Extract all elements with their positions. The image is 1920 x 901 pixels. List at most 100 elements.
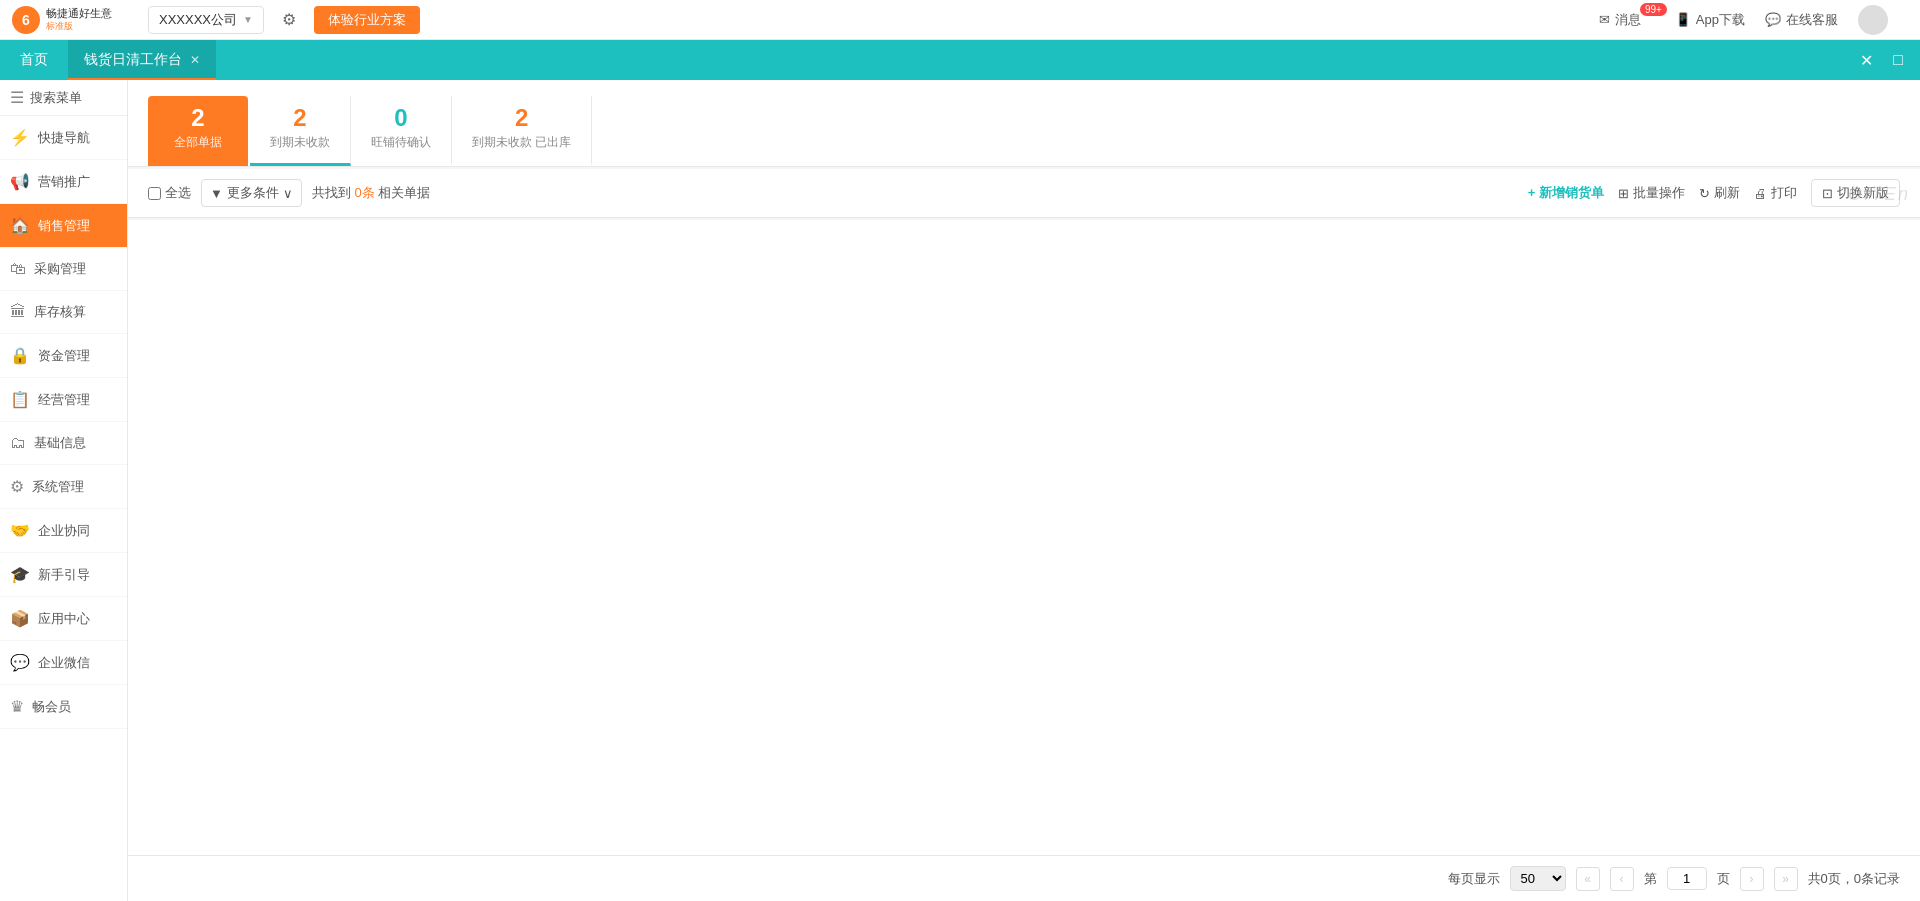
company-dropdown-arrow: ▼ xyxy=(243,14,253,25)
total-text: 共0页，0条记录 xyxy=(1808,870,1900,888)
print-label: 打印 xyxy=(1771,184,1797,202)
sales-icon: 🏠 xyxy=(10,216,30,235)
wecom-icon: 💬 xyxy=(10,653,30,672)
sidebar-newbie-label: 新手引导 xyxy=(38,566,90,584)
sidebar-item-inventory[interactable]: 🏛 库存核算 xyxy=(0,291,127,334)
online-service-label: 在线客服 xyxy=(1786,11,1838,29)
company-selector[interactable]: XXXXXX公司 ▼ xyxy=(148,6,264,34)
sidebar-item-marketing[interactable]: 📢 营销推广 xyxy=(0,160,127,204)
message-button[interactable]: ✉ 消息 99+ xyxy=(1599,11,1655,29)
operations-icon: 📋 xyxy=(10,390,30,409)
sidebar-item-basic-info[interactable]: 🗂 基础信息 xyxy=(0,422,127,465)
sidebar-basic-info-label: 基础信息 xyxy=(34,434,86,452)
tab-home[interactable]: 首页 xyxy=(0,40,68,80)
sidebar-item-quick-nav[interactable]: ⚡ 快捷导航 xyxy=(0,116,127,160)
trial-button[interactable]: 体验行业方案 xyxy=(314,6,420,34)
sidebar-item-wecom[interactable]: 💬 企业微信 xyxy=(0,641,127,685)
vip-icon: ♛ xyxy=(10,697,24,716)
header-right: ✉ 消息 99+ 📱 App下载 💬 在线客服 xyxy=(1599,5,1908,35)
message-icon: ✉ xyxy=(1599,12,1610,27)
enterprise-icon: 🤝 xyxy=(10,521,30,540)
stat-number-all: 2 xyxy=(168,104,228,132)
avatar[interactable] xyxy=(1858,5,1888,35)
company-name: XXXXXX公司 xyxy=(159,11,237,29)
quick-nav-icon: ⚡ xyxy=(10,128,30,147)
stat-tab-all[interactable]: 2 全部单据 xyxy=(148,96,248,166)
logo-area: 6 畅捷通好生意 标准版 xyxy=(12,6,140,34)
basic-info-icon: 🗂 xyxy=(10,434,26,452)
top-header: 6 畅捷通好生意 标准版 XXXXXX公司 ▼ ⚙ 体验行业方案 ✉ 消息 99… xyxy=(0,0,1920,40)
select-all-label: 全选 xyxy=(165,184,191,202)
tab-close-button[interactable]: ✕ xyxy=(190,53,200,67)
filter-arrow: ∨ xyxy=(283,186,293,201)
stat-tab-overdue[interactable]: 2 到期未收款 xyxy=(250,96,351,166)
app-download-label: App下载 xyxy=(1696,11,1745,29)
sidebar-item-newbie[interactable]: 🎓 新手引导 xyxy=(0,553,127,597)
refresh-button[interactable]: ↻ 刷新 xyxy=(1699,184,1740,202)
logo-text: 畅捷通好生意 标准版 xyxy=(46,6,112,33)
sidebar-item-vip[interactable]: ♛ 畅会员 xyxy=(0,685,127,729)
marketing-icon: 📢 xyxy=(10,172,30,191)
purchase-icon: 🛍 xyxy=(10,260,26,278)
app-download-button[interactable]: 📱 App下载 xyxy=(1675,11,1745,29)
stat-tab-wangpu[interactable]: 0 旺铺待确认 xyxy=(351,96,452,166)
switch-version-button[interactable]: ⊡ 切换新版 xyxy=(1811,179,1900,207)
found-text: 共找到 0条 相关单据 xyxy=(312,184,430,202)
sidebar-wecom-label: 企业微信 xyxy=(38,654,90,672)
newbie-icon: 🎓 xyxy=(10,565,30,584)
main-content: 2 全部单据 2 到期未收款 0 旺铺待确认 2 到期未收款 已出库 全选 ▼ … xyxy=(128,80,1920,901)
sidebar-item-purchase[interactable]: 🛍 采购管理 xyxy=(0,248,127,291)
sidebar-search[interactable]: ☰ 搜索菜单 xyxy=(0,80,127,116)
tab-current[interactable]: 钱货日清工作台 ✕ xyxy=(68,40,216,80)
sidebar-quick-nav-label: 快捷导航 xyxy=(38,129,90,147)
sidebar-vip-label: 畅会员 xyxy=(32,698,71,716)
tab-close-window-button[interactable]: ✕ xyxy=(1854,48,1878,72)
stat-label-overdue: 到期未收款 xyxy=(270,134,330,151)
add-order-button[interactable]: + 新增销货单 xyxy=(1528,184,1604,202)
stat-label-wangpu: 旺铺待确认 xyxy=(371,134,431,151)
more-filters-button[interactable]: ▼ 更多条件 ∨ xyxy=(201,179,302,207)
first-page-button[interactable]: « xyxy=(1576,867,1600,891)
toolbar-left: 全选 ▼ 更多条件 ∨ 共找到 0条 相关单据 xyxy=(148,179,1516,207)
batch-icon: ⊞ xyxy=(1618,186,1629,201)
stat-label-shipped: 到期未收款 已出库 xyxy=(472,134,571,151)
sidebar-item-finance[interactable]: 🔒 资金管理 xyxy=(0,334,127,378)
service-icon: 💬 xyxy=(1765,12,1781,27)
batch-operation-button[interactable]: ⊞ 批量操作 xyxy=(1618,184,1685,202)
last-page-button[interactable]: » xyxy=(1774,867,1798,891)
system-icon: ⚙ xyxy=(10,477,24,496)
sidebar-item-operations[interactable]: 📋 经营管理 xyxy=(0,378,127,422)
inventory-icon: 🏛 xyxy=(10,303,26,321)
sidebar-item-system[interactable]: ⚙ 系统管理 xyxy=(0,465,127,509)
settings-button[interactable]: ⚙ xyxy=(274,5,304,35)
sidebar-enterprise-label: 企业协同 xyxy=(38,522,90,540)
page-label: 第 xyxy=(1644,870,1657,888)
more-filters-label: 更多条件 xyxy=(227,184,279,202)
print-button[interactable]: 🖨 打印 xyxy=(1754,184,1797,202)
tab-expand-button[interactable]: □ xyxy=(1886,48,1910,72)
stat-number-wangpu: 0 xyxy=(371,104,431,132)
sidebar-search-label: 搜索菜单 xyxy=(30,89,82,107)
sidebar-item-app-center[interactable]: 📦 应用中心 xyxy=(0,597,127,641)
per-page-select[interactable]: 50 100 200 xyxy=(1510,866,1566,891)
page-suffix: 页 xyxy=(1717,870,1730,888)
stat-number-shipped: 2 xyxy=(472,104,571,132)
per-page-label: 每页显示 xyxy=(1448,870,1500,888)
next-page-button[interactable]: › xyxy=(1740,867,1764,891)
prev-page-button[interactable]: ‹ xyxy=(1610,867,1634,891)
stat-number-overdue: 2 xyxy=(270,104,330,132)
filter-icon: ▼ xyxy=(210,186,223,201)
toolbar: 全选 ▼ 更多条件 ∨ 共找到 0条 相关单据 + 新增销货单 ⊞ 批量操作 ↻… xyxy=(128,169,1920,218)
sidebar-item-sales[interactable]: 🏠 销售管理 xyxy=(0,204,127,248)
table-area xyxy=(128,220,1920,855)
sidebar-item-enterprise[interactable]: 🤝 企业协同 xyxy=(0,509,127,553)
sidebar-operations-label: 经营管理 xyxy=(38,391,90,409)
online-service-button[interactable]: 💬 在线客服 xyxy=(1765,11,1838,29)
found-count: 0条 xyxy=(355,185,375,200)
stat-tab-shipped[interactable]: 2 到期未收款 已出库 xyxy=(452,96,592,166)
select-all-checkbox[interactable]: 全选 xyxy=(148,184,191,202)
select-all-input[interactable] xyxy=(148,187,161,200)
tab-bar-actions: ✕ □ xyxy=(1854,40,1920,80)
page-input[interactable] xyxy=(1667,867,1707,890)
toolbar-right: + 新增销货单 ⊞ 批量操作 ↻ 刷新 🖨 打印 ⊡ 切换新版 xyxy=(1528,179,1900,207)
